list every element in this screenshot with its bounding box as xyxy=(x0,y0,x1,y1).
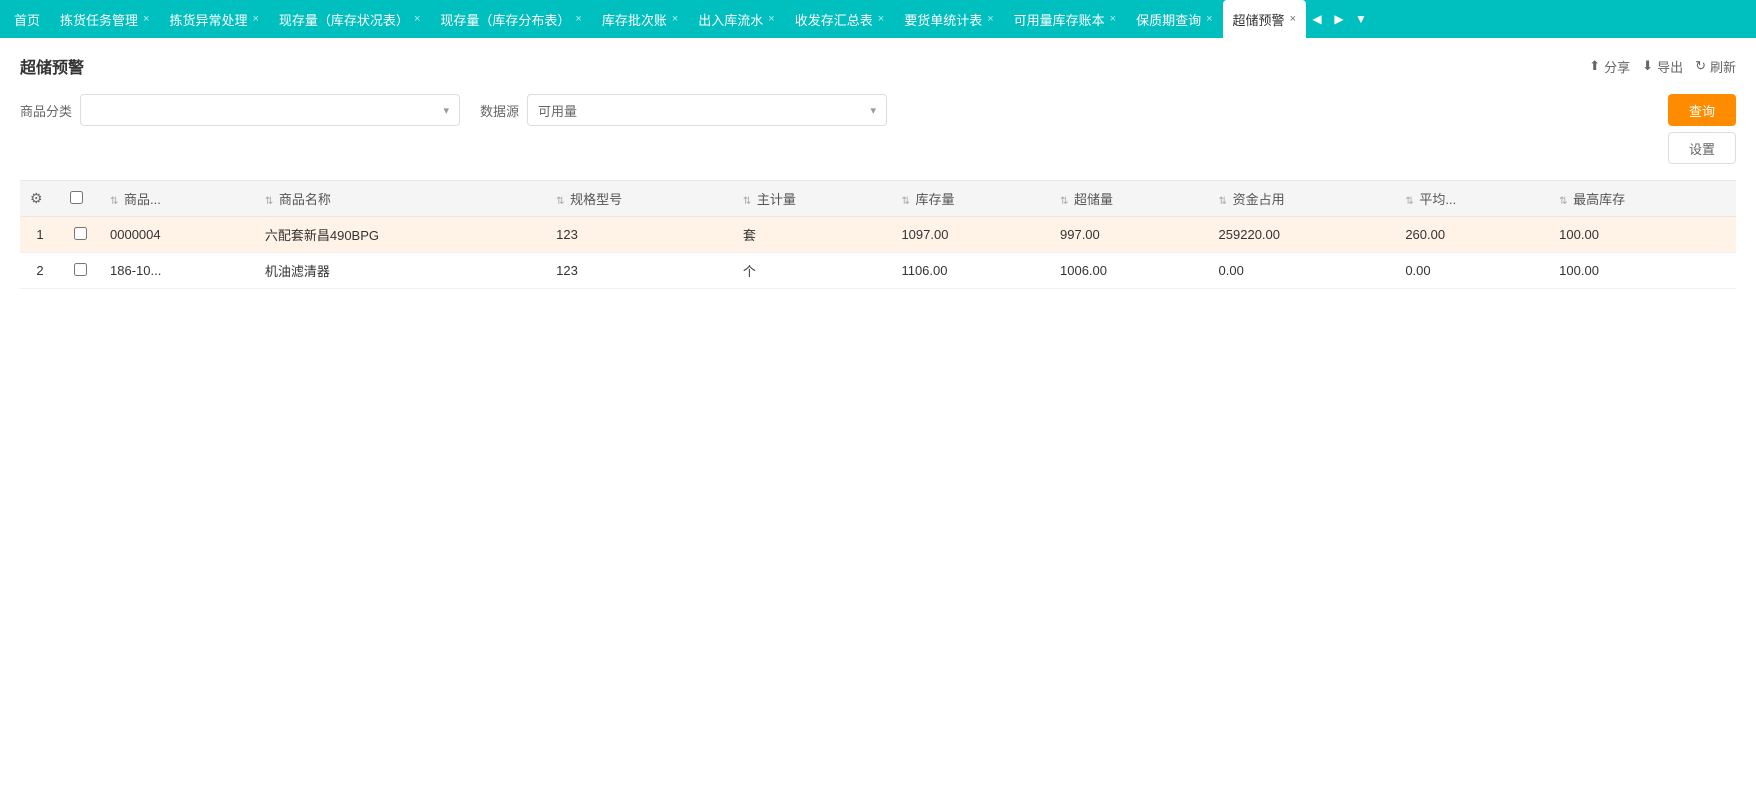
page-title-row: 超储预警 ⬆ 分享 ⬇ 导出 ↻ 刷新 xyxy=(20,54,1736,78)
close-icon[interactable]: × xyxy=(252,13,258,25)
cell-unit: 套 xyxy=(733,217,892,253)
sort-icon: ⇅ xyxy=(1219,196,1227,207)
filter-row: 商品分类 ▾ 数据源 可用量 ▾ xyxy=(20,94,1652,126)
share-icon: ⬆ xyxy=(1589,58,1600,74)
title-actions: ⬆ 分享 ⬇ 导出 ↻ 刷新 xyxy=(1589,57,1736,76)
cell-avg: 0.00 xyxy=(1395,253,1549,289)
nav-summary[interactable]: 收发存汇总表× xyxy=(785,0,894,38)
cell-capital: 259220.00 xyxy=(1209,217,1396,253)
row-checkbox[interactable] xyxy=(74,263,87,276)
cell-stock: 1097.00 xyxy=(891,217,1050,253)
nav-pick-task[interactable]: 拣货任务管理× xyxy=(50,0,159,38)
row-checkbox-cell[interactable] xyxy=(60,217,100,253)
sort-icon: ⇅ xyxy=(110,196,118,207)
datasource-label: 数据源 xyxy=(480,101,519,120)
close-icon[interactable]: × xyxy=(1206,13,1212,25)
datasource-select-value: 可用量 xyxy=(538,101,577,120)
gear-icon[interactable]: ⚙ xyxy=(30,190,43,206)
top-navigation: 首页 拣货任务管理× 拣货异常处理× 现存量（库存状况表）× 现存量（库存分布表… xyxy=(0,0,1756,38)
cell-unit: 个 xyxy=(733,253,892,289)
cell-product-code: 0000004 xyxy=(100,217,255,253)
select-all-checkbox[interactable] xyxy=(70,191,83,204)
nav-batch[interactable]: 库存批次账× xyxy=(592,0,688,38)
cell-stock: 1106.00 xyxy=(891,253,1050,289)
close-icon[interactable]: × xyxy=(672,13,678,25)
cell-product-code: 186-10... xyxy=(100,253,255,289)
cell-max-stock: 100.00 xyxy=(1549,253,1736,289)
category-label: 商品分类 xyxy=(20,101,72,120)
nav-stock-dist[interactable]: 现存量（库存分布表）× xyxy=(430,0,591,38)
close-icon[interactable]: × xyxy=(987,13,993,25)
sort-icon: ⇅ xyxy=(556,196,564,207)
row-checkbox[interactable] xyxy=(74,227,87,240)
nav-pick-exception[interactable]: 拣货异常处理× xyxy=(159,0,268,38)
nav-order-stats[interactable]: 要货单统计表× xyxy=(894,0,1003,38)
cell-avg: 260.00 xyxy=(1395,217,1549,253)
table-header-row: ⚙ ⇅ 商品... ⇅ 商品名称 ⇅ 规格型号 ⇅ xyxy=(20,181,1736,217)
sort-icon: ⇅ xyxy=(743,196,751,207)
cell-product-name: 六配套新昌490BPG xyxy=(255,217,546,253)
col-max-stock[interactable]: ⇅ 最高库存 xyxy=(1549,181,1736,217)
nav-available-stock[interactable]: 可用量库存账本× xyxy=(1004,0,1126,38)
datasource-select[interactable]: 可用量 ▾ xyxy=(527,94,887,126)
query-button[interactable]: 查询 xyxy=(1668,94,1736,126)
col-overstock[interactable]: ⇅ 超储量 xyxy=(1050,181,1209,217)
sort-icon: ⇅ xyxy=(265,196,273,207)
col-product-code[interactable]: ⇅ 商品... xyxy=(100,181,255,217)
sort-icon: ⇅ xyxy=(901,196,909,207)
sort-icon: ⇅ xyxy=(1405,196,1413,207)
col-unit[interactable]: ⇅ 主计量 xyxy=(733,181,892,217)
nav-next-arrow[interactable]: ▶ xyxy=(1328,0,1350,38)
export-icon: ⬇ xyxy=(1642,58,1653,74)
cell-overstock: 1006.00 xyxy=(1050,253,1209,289)
col-avg[interactable]: ⇅ 平均... xyxy=(1395,181,1549,217)
close-icon[interactable]: × xyxy=(878,13,884,25)
table-row: 2 186-10... 机油滤清器 123 个 1106.00 1006.00 … xyxy=(20,253,1736,289)
nav-home[interactable]: 首页 xyxy=(4,0,50,38)
table-row: 1 0000004 六配套新昌490BPG 123 套 1097.00 997.… xyxy=(20,217,1736,253)
nav-inout-flow[interactable]: 出入库流水× xyxy=(688,0,784,38)
col-stock[interactable]: ⇅ 库存量 xyxy=(891,181,1050,217)
settings-button[interactable]: 设置 xyxy=(1668,132,1736,164)
close-icon[interactable]: × xyxy=(1110,13,1116,25)
cell-product-name: 机油滤清器 xyxy=(255,253,546,289)
row-checkbox-cell[interactable] xyxy=(60,253,100,289)
col-spec[interactable]: ⇅ 规格型号 xyxy=(546,181,733,217)
close-icon[interactable]: × xyxy=(414,13,420,25)
nav-quality-query[interactable]: 保质期查询× xyxy=(1126,0,1222,38)
close-icon[interactable]: × xyxy=(575,13,581,25)
refresh-button[interactable]: ↻ 刷新 xyxy=(1695,57,1736,76)
row-number: 2 xyxy=(20,253,60,289)
export-button[interactable]: ⬇ 导出 xyxy=(1642,57,1683,76)
nav-prev-arrow[interactable]: ◀ xyxy=(1306,0,1328,38)
category-select[interactable]: ▾ xyxy=(80,94,460,126)
refresh-icon: ↻ xyxy=(1695,58,1706,74)
col-capital[interactable]: ⇅ 资金占用 xyxy=(1209,181,1396,217)
cell-overstock: 997.00 xyxy=(1050,217,1209,253)
col-product-name[interactable]: ⇅ 商品名称 xyxy=(255,181,546,217)
close-icon[interactable]: × xyxy=(143,13,149,25)
datasource-filter-group: 数据源 可用量 ▾ xyxy=(480,94,887,126)
sort-icon: ⇅ xyxy=(1060,196,1068,207)
cell-spec: 123 xyxy=(546,217,733,253)
cell-max-stock: 100.00 xyxy=(1549,217,1736,253)
nav-more-arrow[interactable]: ▼ xyxy=(1350,0,1372,38)
cell-spec: 123 xyxy=(546,253,733,289)
header-gear[interactable]: ⚙ xyxy=(20,181,60,217)
row-number: 1 xyxy=(20,217,60,253)
close-icon[interactable]: × xyxy=(1290,13,1296,25)
nav-stock-status[interactable]: 现存量（库存状况表）× xyxy=(269,0,430,38)
page-title: 超储预警 xyxy=(20,54,84,78)
chevron-down-icon: ▾ xyxy=(871,104,877,117)
sort-icon: ⇅ xyxy=(1559,196,1567,207)
chevron-down-icon: ▾ xyxy=(443,104,449,117)
header-checkbox[interactable] xyxy=(60,181,100,217)
page-content: 超储预警 ⬆ 分享 ⬇ 导出 ↻ 刷新 商品分类 xyxy=(0,38,1756,800)
category-filter-group: 商品分类 ▾ xyxy=(20,94,460,126)
cell-capital: 0.00 xyxy=(1209,253,1396,289)
data-table: ⚙ ⇅ 商品... ⇅ 商品名称 ⇅ 规格型号 ⇅ xyxy=(20,180,1736,289)
share-button[interactable]: ⬆ 分享 xyxy=(1589,57,1630,76)
close-icon[interactable]: × xyxy=(768,13,774,25)
nav-overstock-warning[interactable]: 超储预警× xyxy=(1223,0,1306,38)
